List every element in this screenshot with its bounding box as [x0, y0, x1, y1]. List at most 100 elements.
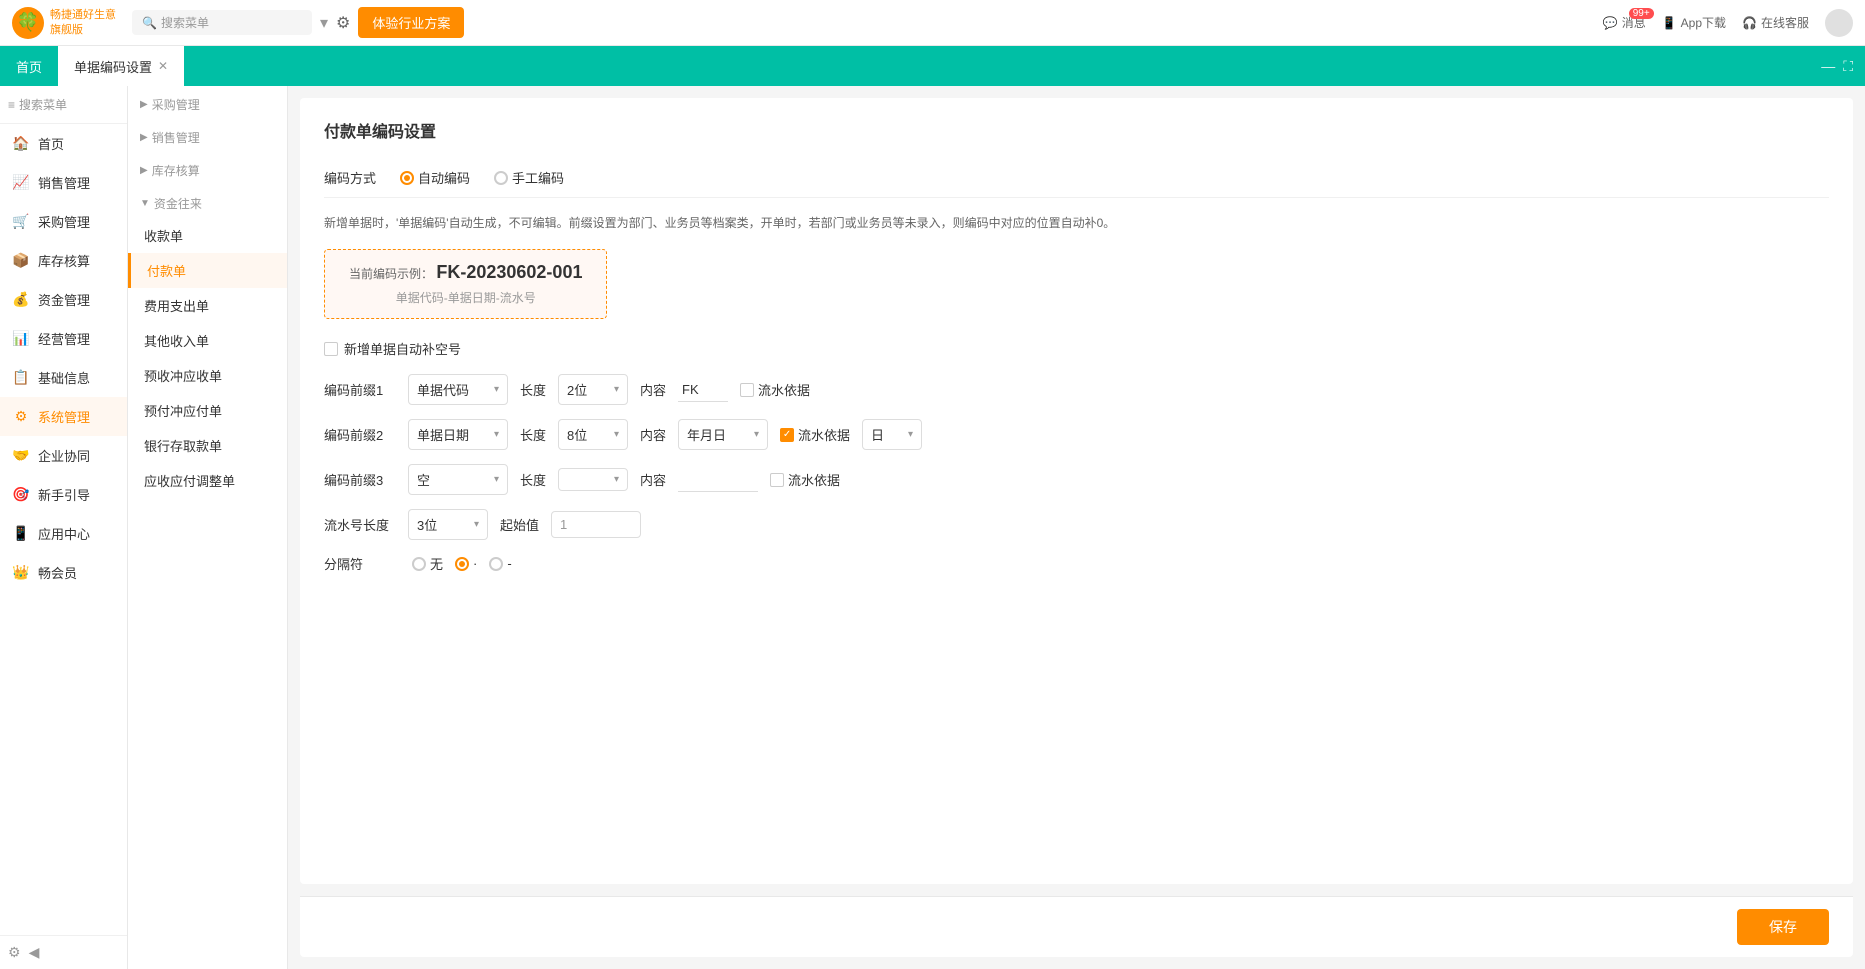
length2-label: 长度	[520, 425, 546, 444]
auto-fill-row: 新增单据自动补空号	[324, 339, 1829, 358]
settings-icon[interactable]: ⚙	[336, 13, 350, 33]
tab-bill-coding[interactable]: 单据编码设置 ✕	[58, 46, 184, 86]
auto-fill-checkbox[interactable]	[324, 342, 338, 356]
left-item-bank[interactable]: 银行存取款单	[128, 428, 287, 463]
content1-input[interactable]	[678, 378, 728, 402]
arrow-icon4: ▼	[140, 198, 150, 209]
sep-dot-radio[interactable]: ·	[455, 556, 477, 571]
length2-select[interactable]: 8位 ▾	[558, 419, 628, 450]
length2-arrow: ▾	[614, 429, 619, 440]
separator-label: 分隔符	[324, 554, 396, 573]
inventory-icon: 📦	[12, 252, 30, 269]
left-item-prepay-receivable[interactable]: 预收冲应收单	[128, 358, 287, 393]
content2-select[interactable]: 年月日 ▾	[678, 419, 768, 450]
enterprise-icon: 🤝	[12, 447, 30, 464]
sidebar-item-member[interactable]: 👑 畅会员	[0, 553, 127, 592]
length1-select[interactable]: 2位 ▾	[558, 374, 628, 405]
sidebar-item-finance[interactable]: 💰 资金管理	[0, 280, 127, 319]
sidebar-search[interactable]: ≡ 搜索菜单	[0, 86, 127, 124]
info-text: 新增单据时，'单据编码'自动生成，不可编辑。前缀设置为部门、业务员等档案类，开单…	[324, 214, 1829, 233]
sidebar-item-home[interactable]: 🏠 首页	[0, 124, 127, 163]
sidebar-item-basic[interactable]: 📋 基础信息	[0, 358, 127, 397]
sidebar-settings-icon[interactable]: ⚙	[8, 944, 21, 961]
sidebar-item-operations[interactable]: 📊 经营管理	[0, 319, 127, 358]
left-item-adjust[interactable]: 应收应付调整单	[128, 463, 287, 498]
nav-expand-icon[interactable]: ⛶	[1843, 58, 1853, 75]
prefix1-select[interactable]: 单据代码 ▾	[408, 374, 508, 405]
sep-options: 无 · -	[412, 554, 512, 573]
prefix3-row: 编码前缀3 空 ▾ 长度 ▾ 内容 流水依据	[324, 464, 1829, 495]
group-purchase: ▶ 采购管理	[128, 86, 287, 119]
member-icon: 👑	[12, 564, 30, 581]
sidebar-collapse-icon[interactable]: ◀	[29, 944, 40, 961]
separator-row: 分隔符 无 · -	[324, 554, 1829, 573]
left-item-expense[interactable]: 费用支出单	[128, 288, 287, 323]
waterfall2-period-select[interactable]: 日 ▾	[862, 419, 922, 450]
code-preview-box: 当前编码示例： FK-20230602-001 单据代码-单据日期-流水号	[324, 249, 607, 319]
waterfall2-checkbox-label[interactable]: ✓ 流水依据	[780, 425, 850, 444]
group-sales: ▶ 销售管理	[128, 119, 287, 152]
left-item-other-income[interactable]: 其他收入单	[128, 323, 287, 358]
arrow-icon2: ▶	[140, 132, 148, 143]
code-preview-label: 当前编码示例：	[349, 267, 433, 281]
page-title: 付款单编码设置	[324, 118, 1829, 142]
content3-label: 内容	[640, 470, 666, 489]
start-value-input[interactable]	[551, 511, 641, 538]
prefix2-select[interactable]: 单据日期 ▾	[408, 419, 508, 450]
app-download-item[interactable]: 📱 App下载	[1662, 14, 1726, 31]
nav-tabs: 首页 单据编码设置 ✕ — ⛶	[0, 46, 1865, 86]
sidebar-bottom: ⚙ ◀	[0, 935, 127, 969]
left-item-prepay-payable[interactable]: 预付冲应付单	[128, 393, 287, 428]
logo-icon: 🍀	[12, 7, 44, 39]
prefix1-arrow: ▾	[494, 384, 499, 395]
sidebar-item-enterprise[interactable]: 🤝 企业协同	[0, 436, 127, 475]
sep-none-radio[interactable]: 无	[412, 554, 443, 573]
length1-label: 长度	[520, 380, 546, 399]
purchase-icon: 🛒	[12, 213, 30, 230]
left-item-receipt[interactable]: 收款单	[128, 218, 287, 253]
serial-row: 流水号长度 3位 ▾ 起始值	[324, 509, 1829, 540]
menu-search[interactable]: 🔍 搜索菜单	[132, 10, 312, 35]
waterfall3-checkbox	[770, 473, 784, 487]
guide-icon: 🎯	[12, 486, 30, 503]
manual-coding-radio[interactable]: 手工编码	[494, 168, 564, 187]
close-tab-icon[interactable]: ✕	[158, 59, 168, 73]
main-layout: ≡ 搜索菜单 🏠 首页 📈 销售管理 🛒 采购管理 📦 库存核算 💰 资金管理 …	[0, 86, 1865, 969]
content2-arrow: ▾	[754, 429, 759, 440]
sidebar-item-inventory[interactable]: 📦 库存核算	[0, 241, 127, 280]
auto-coding-radio[interactable]: 自动编码	[400, 168, 470, 187]
trial-button[interactable]: 体验行业方案	[358, 7, 464, 38]
waterfall1-checkbox-label[interactable]: 流水依据	[740, 380, 810, 399]
save-button[interactable]: 保存	[1737, 909, 1829, 945]
sidebar-item-guide[interactable]: 🎯 新手引导	[0, 475, 127, 514]
group-inventory-title[interactable]: ▶ 库存核算	[128, 152, 287, 185]
tab-home[interactable]: 首页	[0, 46, 58, 86]
sidebar-item-sales[interactable]: 📈 销售管理	[0, 163, 127, 202]
sidebar-item-purchase[interactable]: 🛒 采购管理	[0, 202, 127, 241]
logo: 🍀 畅捷通好生意 旗舰版	[12, 7, 132, 39]
nav-tabs-right: — ⛶	[1821, 58, 1865, 75]
user-avatar[interactable]	[1825, 9, 1853, 37]
sales-icon: 📈	[12, 174, 30, 191]
dropdown-icon[interactable]: ▾	[320, 13, 328, 33]
search-icon: 🔍	[142, 16, 157, 30]
message-item[interactable]: 💬 消息 99+	[1603, 14, 1646, 31]
period-arrow: ▾	[908, 429, 913, 440]
length3-select[interactable]: ▾	[558, 468, 628, 491]
group-sales-title[interactable]: ▶ 销售管理	[128, 119, 287, 152]
group-purchase-title[interactable]: ▶ 采购管理	[128, 86, 287, 119]
nav-minimize-icon[interactable]: —	[1821, 58, 1835, 74]
serial-length-select[interactable]: 3位 ▾	[408, 509, 488, 540]
content3-input[interactable]	[678, 468, 758, 492]
prefix1-row: 编码前缀1 单据代码 ▾ 长度 2位 ▾ 内容 流水依据	[324, 374, 1829, 405]
group-capital-title[interactable]: ▼ 资金往来	[128, 185, 287, 218]
sidebar-item-apps[interactable]: 📱 应用中心	[0, 514, 127, 553]
left-item-payment[interactable]: 付款单	[128, 253, 287, 288]
sep-dash-radio[interactable]: -	[489, 556, 511, 571]
home-icon: 🏠	[12, 135, 30, 152]
online-service-item[interactable]: 🎧 在线客服	[1742, 14, 1809, 31]
waterfall3-checkbox-label[interactable]: 流水依据	[770, 470, 840, 489]
prefix3-select[interactable]: 空 ▾	[408, 464, 508, 495]
arrow-icon: ▶	[140, 99, 148, 110]
sidebar-item-system[interactable]: ⚙ 系统管理	[0, 397, 127, 436]
